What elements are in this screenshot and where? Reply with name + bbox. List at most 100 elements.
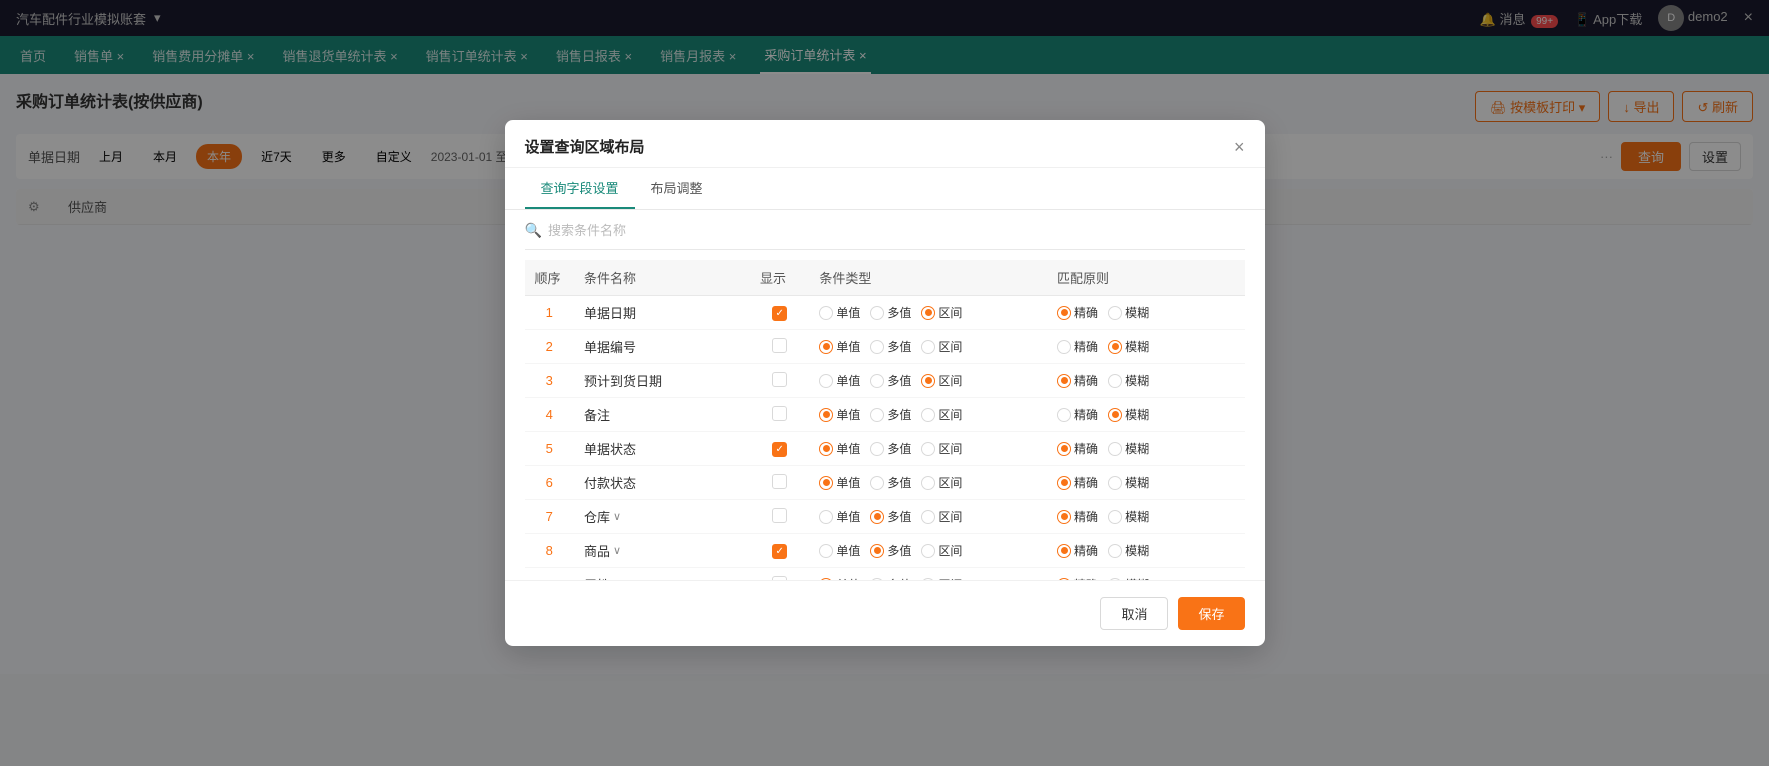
row-display[interactable] bbox=[750, 398, 809, 432]
row-display[interactable] bbox=[750, 364, 809, 398]
col-header-match: 匹配原则 bbox=[1047, 260, 1244, 296]
match-radio-exact[interactable]: 精确 bbox=[1057, 474, 1098, 491]
match-radio-fuzzy[interactable]: 模糊 bbox=[1108, 440, 1149, 457]
row-display[interactable] bbox=[750, 534, 809, 568]
type-radio-single[interactable]: 单值 bbox=[819, 508, 860, 525]
dialog-close-button[interactable]: × bbox=[1234, 138, 1245, 156]
dialog-overlay: 设置查询区域布局 × 查询字段设置 布局调整 🔍 顺序 条件名称 bbox=[0, 0, 1769, 766]
type-radio-multi[interactable]: 多值 bbox=[870, 406, 911, 423]
display-checkbox[interactable] bbox=[772, 474, 787, 489]
match-radio-fuzzy[interactable]: 模糊 bbox=[1108, 338, 1149, 355]
dialog-body: 🔍 顺序 条件名称 显示 条件类型 匹配原则 bbox=[505, 210, 1265, 580]
match-radio-exact[interactable]: 精确 bbox=[1057, 508, 1098, 525]
type-radio-single[interactable]: 单值 bbox=[819, 338, 860, 355]
type-radio-range[interactable]: 区间 bbox=[921, 474, 962, 491]
radio-circle bbox=[1108, 306, 1122, 320]
type-radio-single[interactable]: 单值 bbox=[819, 474, 860, 491]
row-match: 精确模糊 bbox=[1047, 466, 1244, 500]
type-radio-multi[interactable]: 多值 bbox=[870, 338, 911, 355]
settings-row: 3预计到货日期单值多值区间精确模糊 bbox=[525, 364, 1245, 398]
display-checkbox[interactable] bbox=[772, 508, 787, 523]
type-radio-range[interactable]: 区间 bbox=[921, 440, 962, 457]
row-order: 9 bbox=[525, 568, 575, 581]
type-radio-single[interactable]: 单值 bbox=[819, 542, 860, 559]
row-match: 精确模糊 bbox=[1047, 330, 1244, 364]
type-radio-range[interactable]: 区间 bbox=[921, 406, 962, 423]
type-radio-single[interactable]: 单值 bbox=[819, 304, 860, 321]
type-radio-range[interactable]: 区间 bbox=[921, 304, 962, 321]
row-type: 单值多值区间 bbox=[809, 330, 1047, 364]
type-radio-single[interactable]: 单值 bbox=[819, 372, 860, 389]
dialog-tab-fields[interactable]: 查询字段设置 bbox=[525, 168, 635, 209]
row-display[interactable] bbox=[750, 432, 809, 466]
match-radio-exact[interactable]: 精确 bbox=[1057, 542, 1098, 559]
row-order: 1 bbox=[525, 296, 575, 330]
row-display[interactable] bbox=[750, 466, 809, 500]
row-type: 单值多值区间 bbox=[809, 364, 1047, 398]
radio-circle bbox=[819, 408, 833, 422]
match-radio-exact[interactable]: 精确 bbox=[1057, 304, 1098, 321]
row-display[interactable] bbox=[750, 568, 809, 581]
radio-circle bbox=[819, 510, 833, 524]
type-radio-multi[interactable]: 多值 bbox=[870, 474, 911, 491]
match-radio-exact[interactable]: 精确 bbox=[1057, 406, 1098, 423]
radio-circle bbox=[921, 340, 935, 354]
match-radio-fuzzy[interactable]: 模糊 bbox=[1108, 406, 1149, 423]
match-radio-fuzzy[interactable]: 模糊 bbox=[1108, 304, 1149, 321]
match-radio-fuzzy[interactable]: 模糊 bbox=[1108, 508, 1149, 525]
search-bar: 🔍 bbox=[525, 222, 1245, 250]
radio-circle bbox=[1057, 408, 1071, 422]
display-checkbox[interactable] bbox=[772, 338, 787, 353]
radio-circle bbox=[1057, 442, 1071, 456]
cancel-button[interactable]: 取消 bbox=[1100, 597, 1168, 630]
type-radio-range[interactable]: 区间 bbox=[921, 338, 962, 355]
display-checkbox[interactable] bbox=[772, 372, 787, 387]
row-match: 精确模糊 bbox=[1047, 398, 1244, 432]
type-radio-multi[interactable]: 多值 bbox=[870, 542, 911, 559]
match-radio-exact[interactable]: 精确 bbox=[1057, 440, 1098, 457]
type-radio-single[interactable]: 单值 bbox=[819, 440, 860, 457]
type-radio-range[interactable]: 区间 bbox=[921, 372, 962, 389]
display-checkbox[interactable] bbox=[772, 406, 787, 421]
display-checkbox[interactable] bbox=[772, 306, 787, 321]
row-type: 单值多值区间 bbox=[809, 500, 1047, 534]
row-match: 精确模糊 bbox=[1047, 432, 1244, 466]
radio-circle bbox=[1108, 340, 1122, 354]
row-order: 7 bbox=[525, 500, 575, 534]
chevron-down-icon: ∨ bbox=[613, 510, 621, 523]
display-checkbox[interactable] bbox=[772, 544, 787, 559]
type-radio-range[interactable]: 区间 bbox=[921, 542, 962, 559]
display-checkbox[interactable] bbox=[772, 442, 787, 457]
type-radio-multi[interactable]: 多值 bbox=[870, 440, 911, 457]
type-radio-multi[interactable]: 多值 bbox=[870, 304, 911, 321]
search-input[interactable] bbox=[548, 223, 1245, 238]
match-radio-exact[interactable]: 精确 bbox=[1057, 338, 1098, 355]
row-display[interactable] bbox=[750, 500, 809, 534]
dialog-title: 设置查询区域布局 bbox=[525, 136, 645, 157]
dialog-tab-layout[interactable]: 布局调整 bbox=[635, 168, 719, 209]
type-radio-range[interactable]: 区间 bbox=[921, 508, 962, 525]
match-radio-fuzzy[interactable]: 模糊 bbox=[1108, 474, 1149, 491]
type-radio-multi[interactable]: 多值 bbox=[870, 372, 911, 389]
row-type: 单值多值区间 bbox=[809, 568, 1047, 581]
radio-circle bbox=[1057, 476, 1071, 490]
row-order: 6 bbox=[525, 466, 575, 500]
radio-circle bbox=[1057, 544, 1071, 558]
row-display[interactable] bbox=[750, 296, 809, 330]
radio-circle bbox=[1057, 374, 1071, 388]
match-radio-fuzzy[interactable]: 模糊 bbox=[1108, 372, 1149, 389]
type-radio-multi[interactable]: 多值 bbox=[870, 508, 911, 525]
match-radio-fuzzy[interactable]: 模糊 bbox=[1108, 542, 1149, 559]
match-radio-exact[interactable]: 精确 bbox=[1057, 372, 1098, 389]
row-name: 商品 ∨ bbox=[574, 534, 750, 568]
row-type: 单值多值区间 bbox=[809, 296, 1047, 330]
radio-circle bbox=[1057, 306, 1071, 320]
radio-circle bbox=[870, 510, 884, 524]
settings-row: 1单据日期单值多值区间精确模糊 bbox=[525, 296, 1245, 330]
radio-circle bbox=[921, 476, 935, 490]
row-match: 精确模糊 bbox=[1047, 296, 1244, 330]
row-display[interactable] bbox=[750, 330, 809, 364]
radio-circle bbox=[819, 340, 833, 354]
type-radio-single[interactable]: 单值 bbox=[819, 406, 860, 423]
save-button[interactable]: 保存 bbox=[1178, 597, 1244, 630]
